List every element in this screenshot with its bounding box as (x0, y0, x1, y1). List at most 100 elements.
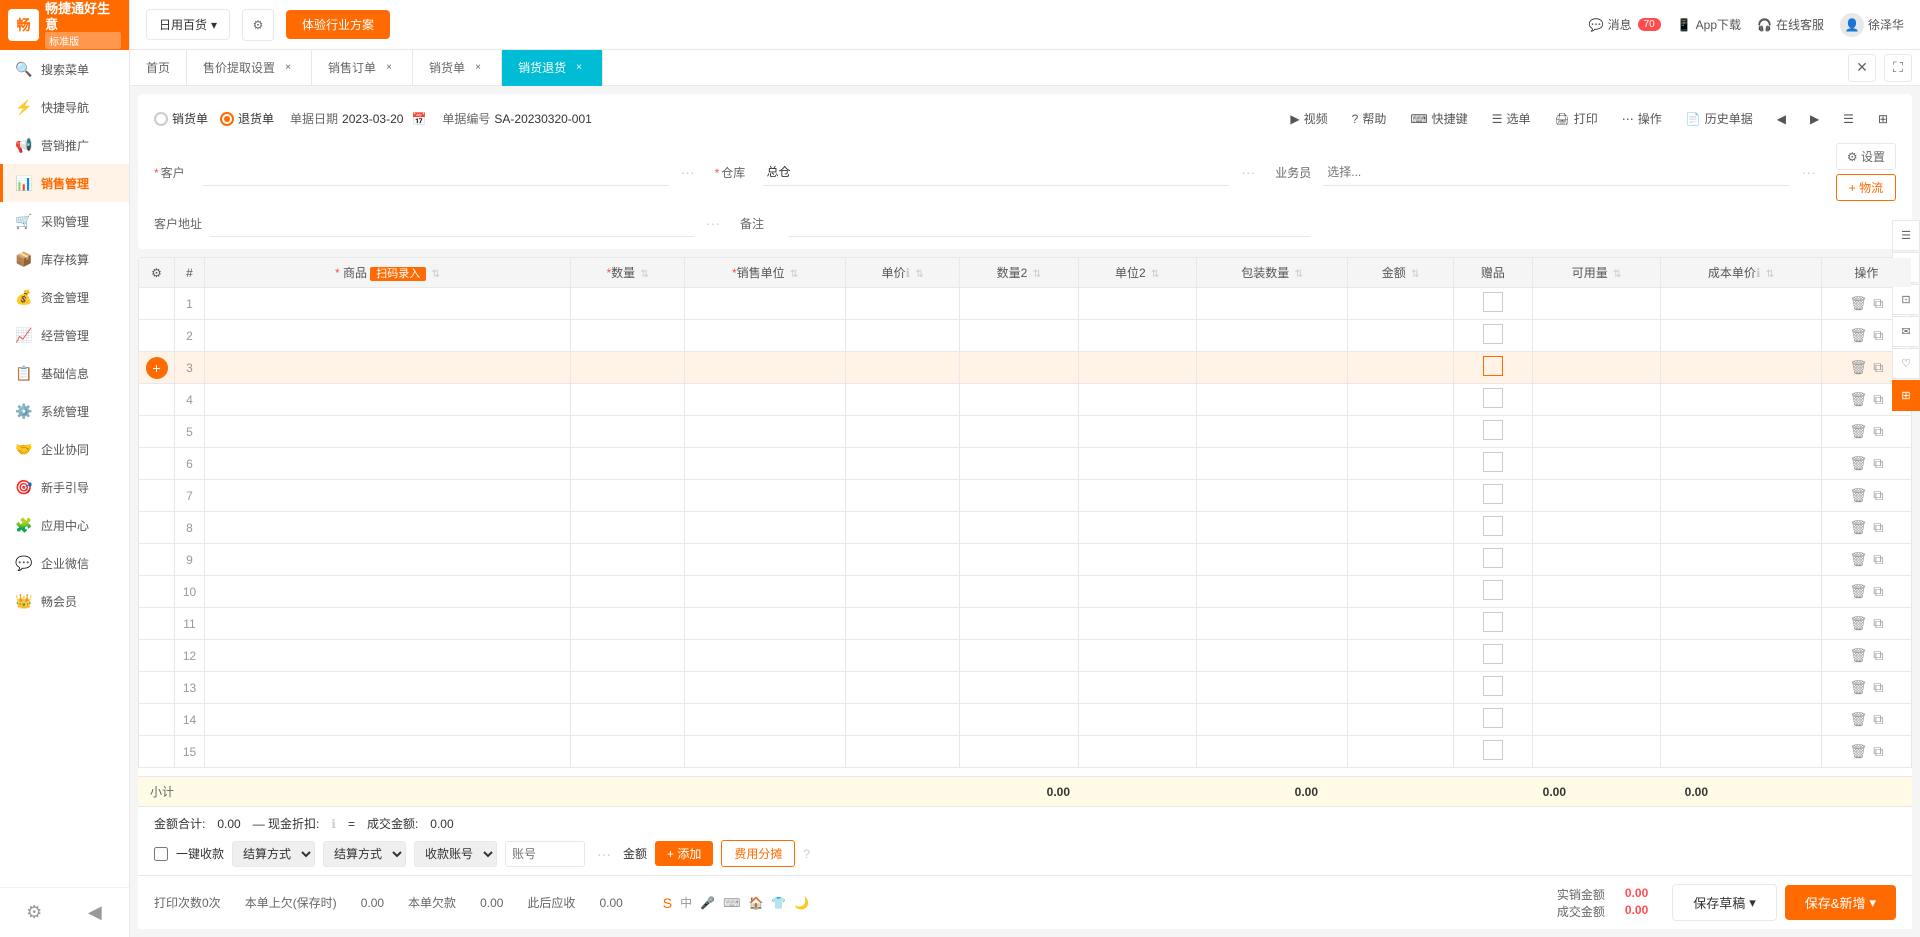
available-sort-icon[interactable]: ⇅ (1613, 269, 1621, 280)
col-amount[interactable]: 金额 ⇅ (1348, 258, 1453, 288)
category-select[interactable]: 日用百货 ▾ (146, 9, 230, 40)
gift-checkbox[interactable] (1483, 292, 1503, 312)
gift-cell[interactable] (1453, 352, 1532, 384)
right-panel-grid-btn[interactable]: ⊞ (1892, 380, 1920, 411)
qty2-cell[interactable] (960, 352, 1078, 384)
available-cell[interactable] (1532, 320, 1661, 352)
logistics-side-btn[interactable]: + 物流 (1836, 174, 1896, 201)
payment-account-select[interactable]: 收款账号 (414, 841, 497, 867)
copy-icon[interactable]: ⧉ (1873, 487, 1883, 504)
delete-icon[interactable]: 🗑 (1850, 551, 1868, 568)
sidebar-item-member[interactable]: 👑 畅会员 (0, 582, 129, 620)
tab-price-settings[interactable]: 售价提取设置 × (187, 50, 312, 86)
qty2-cell[interactable] (960, 288, 1078, 320)
sidebar-item-system[interactable]: ⚙️ 系统管理 (0, 392, 129, 430)
qty-cell[interactable] (570, 352, 684, 384)
qty-sort-icon[interactable]: ⇅ (640, 269, 648, 280)
pack-cell[interactable] (1196, 352, 1348, 384)
customer-input[interactable] (202, 158, 669, 186)
sidebar-item-enterprise[interactable]: 🤝 企业协同 (0, 430, 129, 468)
tab-maximize-btn[interactable]: ⛶ (1884, 54, 1912, 82)
customer-dots-btn[interactable]: ··· (677, 164, 699, 180)
col-available[interactable]: 可用量 ⇅ (1532, 258, 1661, 288)
unit2-cell[interactable] (1078, 320, 1196, 352)
col-pack-qty[interactable]: 包装数量 ⇅ (1196, 258, 1348, 288)
payment-method-select[interactable]: 结算方式 (232, 841, 315, 867)
amount-cell[interactable] (1348, 288, 1453, 320)
date-value[interactable]: 2023-03-20 (342, 112, 403, 126)
amount-sort-icon[interactable]: ⇅ (1411, 269, 1419, 280)
delete-icon[interactable]: 🗑 (1850, 423, 1868, 440)
sidebar-item-guide[interactable]: 🎯 新手引导 (0, 468, 129, 506)
add-row-btn[interactable]: + (146, 357, 168, 379)
gift-checkbox[interactable] (1483, 676, 1503, 696)
unit-cell[interactable] (685, 320, 846, 352)
product-cell-active[interactable] (205, 352, 571, 384)
payment-calc-select[interactable]: 结算方式 (323, 841, 406, 867)
app-download-item[interactable]: 📱 App下载 (1677, 16, 1741, 33)
col-price[interactable]: 单价ℹ ⇅ (846, 258, 960, 288)
copy-icon[interactable]: ⧉ (1873, 583, 1883, 600)
copy-icon[interactable]: ⧉ (1873, 391, 1883, 408)
qty2-sort-icon[interactable]: ⇅ (1033, 269, 1041, 280)
cost-cell[interactable] (1661, 320, 1821, 352)
delete-icon[interactable]: 🗑 (1850, 743, 1868, 760)
warehouse-input[interactable] (763, 158, 1230, 186)
gift-checkbox[interactable] (1483, 612, 1503, 632)
settings-side-btn[interactable]: ⚙ 设置 (1836, 143, 1896, 170)
tab-close-icon[interactable]: × (382, 61, 396, 75)
copy-icon[interactable]: ⧉ (1873, 743, 1883, 760)
copy-icon[interactable]: ⧉ (1873, 423, 1883, 440)
sidebar-settings-btn[interactable]: ⚙ (8, 896, 61, 929)
copy-icon[interactable]: ⧉ (1873, 295, 1883, 312)
delete-icon[interactable]: 🗑 (1850, 455, 1868, 472)
right-panel-expand-btn[interactable]: ⊡ (1892, 284, 1920, 315)
scan-btn[interactable]: 扫码录入 (370, 267, 426, 281)
unit2-cell[interactable] (1078, 352, 1196, 384)
right-panel-heart-btn[interactable]: ♡ (1892, 348, 1920, 379)
tab-sales-return[interactable]: 销货退货 × (502, 50, 603, 86)
sidebar-item-operations[interactable]: 📈 经营管理 (0, 316, 129, 354)
col-cost-price[interactable]: 成本单价ℹ ⇅ (1661, 258, 1821, 288)
unit-sort-icon[interactable]: ⇅ (790, 269, 798, 280)
pack-cell[interactable] (1196, 320, 1348, 352)
gift-checkbox[interactable] (1483, 324, 1503, 344)
gift-checkbox[interactable] (1483, 356, 1503, 376)
copy-icon[interactable]: ⧉ (1873, 615, 1883, 632)
price-sort-icon[interactable]: ⇅ (915, 269, 923, 280)
online-service-item[interactable]: 🎧 在线客服 (1757, 16, 1824, 33)
product-input-active[interactable] (211, 360, 564, 375)
delete-icon[interactable]: 🗑 (1850, 391, 1868, 408)
account-dots-btn[interactable]: ··· (593, 846, 615, 862)
topbar-settings-btn[interactable]: ⚙ (242, 9, 274, 41)
copy-icon[interactable]: ⧉ (1873, 551, 1883, 568)
save-draft-button[interactable]: 保存草稿 ▾ (1672, 884, 1777, 921)
sidebar-item-marketing[interactable]: 📢 营销推广 (0, 126, 129, 164)
tab-close-icon[interactable]: × (572, 61, 586, 75)
shortcut-btn[interactable]: ⌨ 快捷键 (1402, 106, 1475, 131)
right-panel-mail-btn[interactable]: ✉ (1892, 316, 1920, 347)
cost-cell[interactable] (1661, 352, 1821, 384)
sidebar-item-purchase[interactable]: 🛒 采购管理 (0, 202, 129, 240)
amount-cell[interactable] (1348, 352, 1453, 384)
tab-close-icon[interactable]: × (471, 61, 485, 75)
history-btn[interactable]: 📄 历史单据 (1678, 106, 1761, 131)
delete-icon[interactable]: 🗑 (1850, 487, 1868, 504)
tab-sales-bill[interactable]: 销货单 × (413, 50, 502, 86)
gift-checkbox[interactable] (1483, 452, 1503, 472)
tab-home[interactable]: 首页 (130, 50, 187, 86)
video-btn[interactable]: ▶ 视频 (1282, 106, 1335, 131)
qty2-cell[interactable] (960, 320, 1078, 352)
pack-cell[interactable] (1196, 288, 1348, 320)
right-panel-layout-btn[interactable]: ☰ (1892, 220, 1920, 251)
qty-cell[interactable] (570, 320, 684, 352)
sidebar-item-wechat[interactable]: 💬 企业微信 (0, 544, 129, 582)
unit2-sort-icon[interactable]: ⇅ (1151, 269, 1159, 280)
print-btn[interactable]: 🖨 打印 (1546, 106, 1605, 131)
add-row-cell[interactable]: + (139, 352, 175, 384)
gift-checkbox[interactable] (1483, 708, 1503, 728)
col-product[interactable]: * 商品 扫码录入 ⇅ (205, 258, 571, 288)
operation-btn[interactable]: ⋯ 操作 (1614, 106, 1670, 131)
col-unit2[interactable]: 单位2 ⇅ (1078, 258, 1196, 288)
copy-icon[interactable]: ⧉ (1873, 711, 1883, 728)
